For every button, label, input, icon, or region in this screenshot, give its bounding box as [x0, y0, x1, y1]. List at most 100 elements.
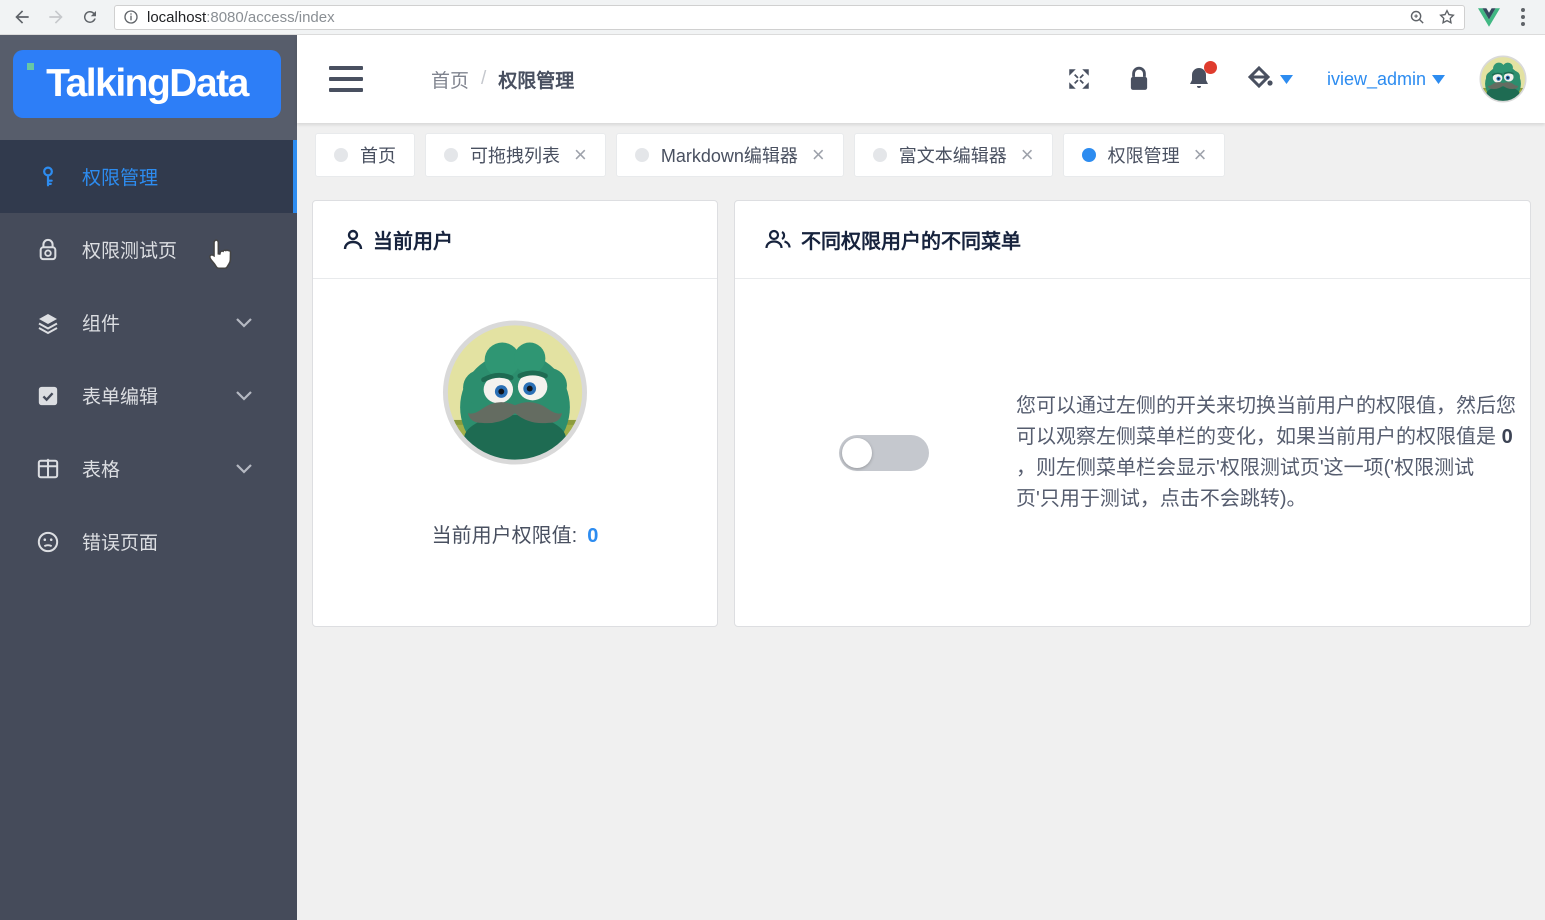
access-toggle-switch[interactable]: [839, 435, 929, 471]
menu-access-card-header: 不同权限用户的不同菜单: [735, 201, 1530, 279]
tag-label: 首页: [360, 146, 396, 166]
tag-markdown-editor[interactable]: Markdown编辑器 ×: [615, 133, 844, 177]
sidebar-item-access-admin[interactable]: 权限管理: [0, 140, 297, 213]
tag-dot-icon: [444, 148, 458, 162]
app-logo[interactable]: TalkingData: [13, 50, 281, 118]
lock-icon: [1130, 66, 1148, 90]
avatar[interactable]: [1479, 55, 1527, 103]
close-icon[interactable]: ×: [572, 144, 587, 166]
user-menu[interactable]: iview_admin: [1327, 69, 1445, 90]
tag-richtext-editor[interactable]: 富文本编辑器 ×: [853, 133, 1053, 177]
logo-text: TalkingData: [46, 62, 249, 105]
logo-mark: [27, 63, 34, 70]
logo-area: TalkingData: [0, 35, 297, 140]
vue-devtools-button[interactable]: [1475, 3, 1503, 31]
lock-screen-button[interactable]: [1126, 66, 1152, 92]
tag-draggable-list[interactable]: 可拖拽列表 ×: [425, 133, 606, 177]
page-info-icon[interactable]: [123, 9, 139, 25]
lock-test-icon: [36, 238, 60, 262]
sidebar-item-label: 权限测试页: [82, 241, 178, 262]
card-title: 不同权限用户的不同菜单: [801, 231, 1021, 253]
username: iview_admin: [1326, 68, 1426, 89]
sidebar-menu: 权限管理 权限测试页 组件 表单编辑 表格 错误页面: [0, 140, 297, 578]
chevron-down-icon: [1279, 74, 1293, 84]
sidebar-item-label: 表格: [82, 460, 121, 481]
url-host: localhost: [147, 8, 207, 26]
desc-text-after: ，则左侧菜单栏会显示'权限测试页'这一项('权限测试页'只用于测试，点击不会跳转…: [1016, 457, 1475, 510]
back-arrow-icon: [15, 10, 29, 24]
tag-label: 权限管理: [1107, 146, 1180, 166]
notifications-button[interactable]: [1186, 61, 1217, 92]
theme-switch-button[interactable]: [1246, 66, 1293, 92]
sidebar-item-label: 错误页面: [82, 533, 159, 554]
current-user-avatar: [442, 319, 589, 466]
address-bar[interactable]: localhost:8080/access/index: [114, 4, 1465, 30]
form-check-icon: [36, 384, 60, 408]
browser-back-button[interactable]: [8, 3, 36, 31]
sidebar-item-components[interactable]: 组件: [0, 286, 297, 359]
zoom-icon[interactable]: [1409, 9, 1426, 26]
browser-refresh-button[interactable]: [76, 3, 104, 31]
key-icon: [36, 165, 60, 189]
chevron-down-icon: [1432, 74, 1445, 84]
current-user-card: 当前用户 当前用户权限值: 0: [312, 200, 718, 627]
browser-toolbar: localhost:8080/access/index: [0, 0, 1545, 35]
notification-badge: [1203, 61, 1217, 74]
person-icon: [343, 229, 363, 249]
menu-access-card: 不同权限用户的不同菜单 您可以通过左侧的开关来切换当前用户的权限值，然后您可以观…: [734, 200, 1531, 627]
forward-arrow-icon: [49, 10, 63, 24]
kebab-menu-icon: [1521, 8, 1525, 26]
breadcrumb-current: 权限管理: [498, 70, 575, 92]
sidebar-item-label: 权限管理: [82, 168, 159, 189]
fullscreen-button[interactable]: [1066, 66, 1092, 92]
main-content: 首页 可拖拽列表 × Markdown编辑器 × 富文本编辑器 × 权限管理 ×: [297, 123, 1545, 920]
access-value: 0: [587, 525, 599, 547]
chevron-down-icon: [236, 463, 252, 474]
sad-face-icon: [36, 530, 60, 554]
url-path: :8080/access/index: [206, 8, 335, 26]
sidebar-item-form-edit[interactable]: 表单编辑: [0, 359, 297, 432]
menu-access-card-body: 您可以通过左侧的开关来切换当前用户的权限值，然后您可以观察左侧菜单栏的变化，如果…: [735, 279, 1530, 627]
tag-dot-icon: [1081, 148, 1096, 162]
people-icon: [765, 229, 791, 248]
access-value-label: 当前用户权限值:: [431, 525, 578, 547]
tag-label: Markdown编辑器: [660, 146, 798, 166]
desc-bold-zero: 0: [1501, 426, 1513, 448]
close-icon[interactable]: ×: [810, 144, 825, 166]
refresh-icon: [83, 10, 96, 23]
screen: localhost:8080/access/index TalkingData: [0, 0, 1545, 920]
chevron-down-icon: [236, 317, 252, 328]
tag-dot-icon: [634, 148, 649, 162]
close-icon[interactable]: ×: [1019, 144, 1034, 166]
current-user-card-body: 当前用户权限值: 0: [313, 279, 717, 627]
url-text: localhost:8080/access/index: [147, 9, 335, 26]
access-value-line: 当前用户权限值: 0: [313, 519, 717, 548]
sidebar-item-error-pages[interactable]: 错误页面: [0, 505, 297, 578]
opened-tags-bar: 首页 可拖拽列表 × Markdown编辑器 × 富文本编辑器 × 权限管理 ×: [315, 133, 1226, 177]
breadcrumb-separator: /: [481, 68, 487, 89]
tag-access-admin[interactable]: 权限管理 ×: [1062, 133, 1226, 177]
close-icon[interactable]: ×: [1192, 144, 1207, 166]
layers-icon: [36, 311, 60, 335]
tag-label: 富文本编辑器: [898, 146, 1007, 166]
browser-menu-button[interactable]: [1509, 3, 1537, 31]
table-icon: [36, 457, 60, 481]
tag-home[interactable]: 首页: [315, 133, 415, 177]
tag-label: 可拖拽列表: [470, 146, 560, 166]
sidebar-item-tables[interactable]: 表格: [0, 432, 297, 505]
card-title: 当前用户: [373, 231, 453, 253]
current-user-card-header: 当前用户: [313, 201, 717, 279]
bookmark-star-icon[interactable]: [1438, 8, 1456, 26]
chevron-down-icon: [236, 390, 252, 401]
sidebar: TalkingData 权限管理 权限测试页 组件 表单编辑 表格 错误页面: [0, 35, 297, 920]
tag-dot-icon: [334, 148, 348, 162]
theme-paint-icon: [1247, 66, 1273, 89]
desc-text-before: 您可以通过左侧的开关来切换当前用户的权限值，然后您可以观察左侧菜单栏的变化，如果…: [1016, 395, 1516, 448]
browser-forward-button[interactable]: [42, 3, 70, 31]
breadcrumb-home[interactable]: 首页: [431, 66, 469, 93]
switch-knob: [842, 438, 872, 468]
collapse-menu-button[interactable]: [329, 66, 363, 92]
tag-dot-icon: [872, 148, 887, 162]
access-description: 您可以通过左侧的开关来切换当前用户的权限值，然后您可以观察左侧菜单栏的变化，如果…: [1016, 391, 1516, 515]
sidebar-item-access-test[interactable]: 权限测试页: [0, 213, 297, 286]
